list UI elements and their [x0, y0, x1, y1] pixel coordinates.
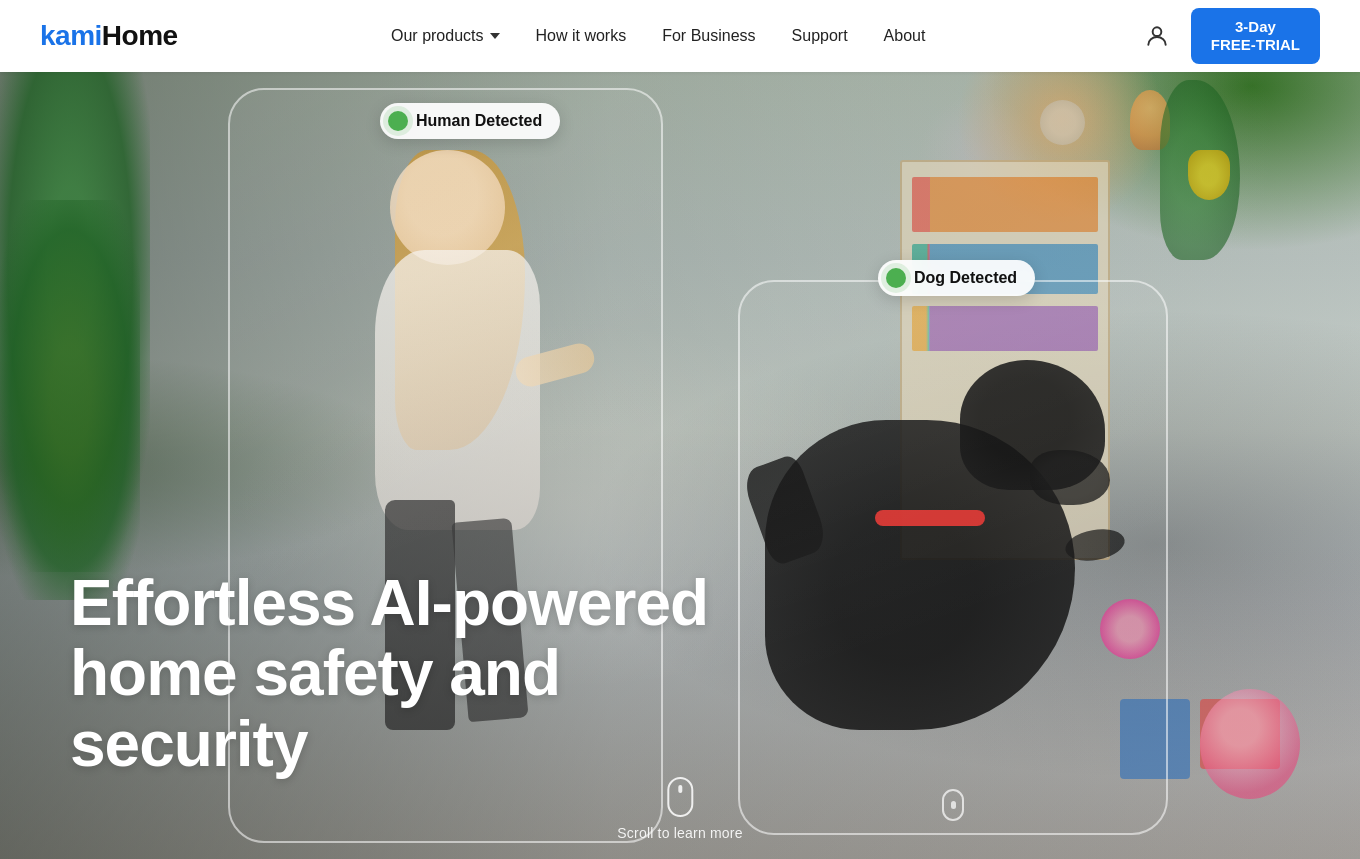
detection-dot-human: [388, 111, 408, 131]
scroll-mouse-icon: [667, 777, 693, 817]
detection-dot-dog: [886, 268, 906, 288]
nav-for-business[interactable]: For Business: [662, 27, 755, 44]
logo-home: Home: [102, 20, 178, 52]
nav-about[interactable]: About: [884, 27, 926, 44]
svg-point-0: [1152, 27, 1161, 36]
navbar: kami Home Our products How it works For …: [0, 0, 1360, 72]
dog-detection-badge: Dog Detected: [878, 260, 1035, 296]
chevron-down-icon: [490, 33, 500, 39]
scroll-indicator[interactable]: Scroll to learn more: [617, 777, 742, 841]
nav-right: 3-Day FREE-TRIAL: [1139, 8, 1320, 64]
nav-our-products[interactable]: Our products: [391, 27, 499, 45]
nav-links: Our products How it works For Business S…: [391, 27, 925, 45]
human-detection-badge: Human Detected: [380, 103, 560, 139]
hero-content: Effortless AI-powered home safety and se…: [0, 72, 1360, 859]
user-icon[interactable]: [1139, 18, 1175, 54]
hero-section: Human Detected Dog Detected Effortless A…: [0, 0, 1360, 859]
nav-support[interactable]: Support: [792, 27, 848, 44]
scroll-label: Scroll to learn more: [617, 825, 742, 841]
free-trial-button[interactable]: 3-Day FREE-TRIAL: [1191, 8, 1320, 64]
human-detection-label: Human Detected: [416, 112, 542, 130]
nav-how-it-works[interactable]: How it works: [536, 27, 627, 44]
logo-kami: kami: [40, 20, 102, 52]
hero-headline: Effortless AI-powered home safety and se…: [70, 568, 710, 779]
scroll-wheel: [678, 785, 682, 793]
dog-detection-label: Dog Detected: [914, 269, 1017, 287]
logo[interactable]: kami Home: [40, 20, 178, 52]
